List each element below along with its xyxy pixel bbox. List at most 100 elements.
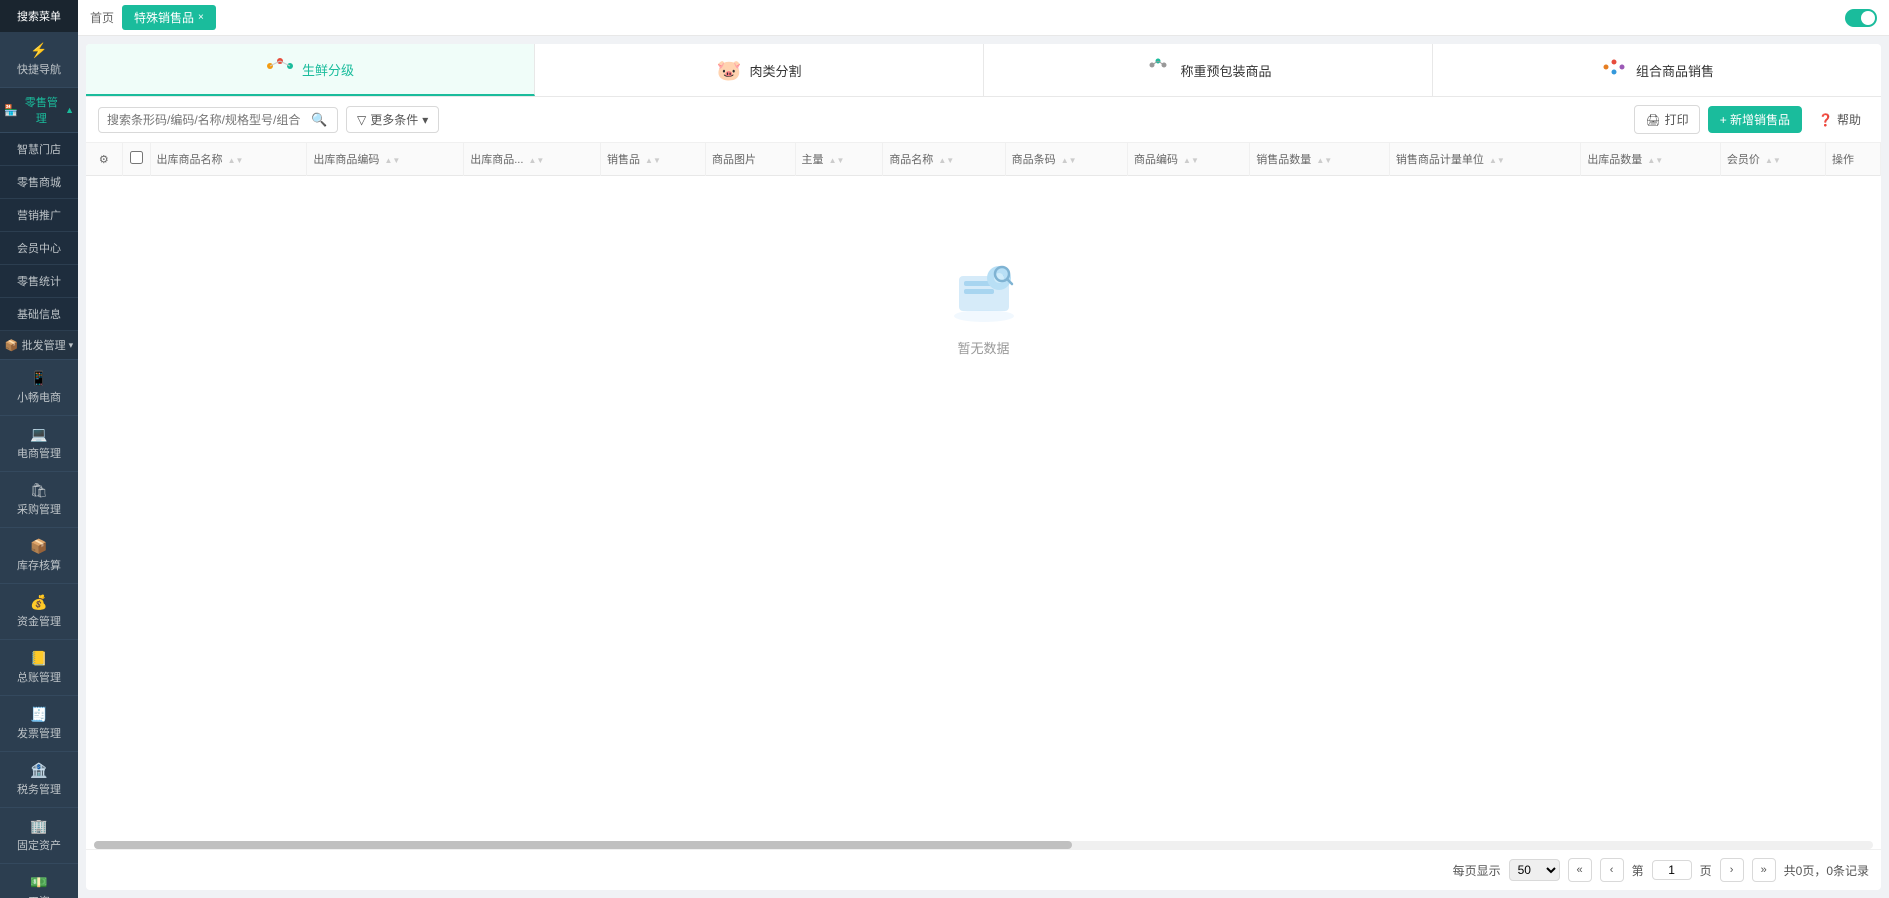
col-sale-qty[interactable]: 销售品数量 ▲▼ (1250, 143, 1390, 176)
col-weight[interactable]: 主量 ▲▼ (795, 143, 883, 176)
chevron-down-icon: ▲ (65, 105, 74, 115)
sidebar-item-inventory[interactable]: 📦 库存核算 (0, 528, 78, 584)
sidebar-item-capital[interactable]: 💰 资金管理 (0, 584, 78, 640)
gift-icon (1600, 57, 1628, 83)
printer-icon: 🖨 (1645, 113, 1660, 127)
last-page-button[interactable]: » (1752, 858, 1776, 882)
home-tab[interactable]: 首页 (90, 9, 114, 26)
tab-combo-sales[interactable]: 组合商品销售 (1433, 44, 1881, 96)
sort-out-code[interactable]: ▲▼ (384, 156, 400, 165)
toolbar-right: 🖨 打印 + 新增销售品 ❓ 帮助 (1634, 105, 1869, 134)
search-input[interactable] (107, 113, 307, 127)
col-settings[interactable]: ⚙ (86, 143, 122, 176)
page-size-select[interactable]: 10 20 50 100 (1509, 859, 1560, 881)
sidebar-item-ecommerce[interactable]: 💻 电商管理 (0, 416, 78, 472)
sidebar-item-smart-store[interactable]: 智慧门店 (0, 133, 78, 166)
sidebar-logo[interactable]: 搜索菜单 (0, 0, 78, 32)
sidebar-item-retail-stats[interactable]: 零售统计 (0, 265, 78, 298)
col-out-code[interactable]: 出库商品编码 ▲▼ (307, 143, 464, 176)
filter-arrow-icon: ▾ (422, 113, 428, 127)
invoice-icon: 🧾 (30, 706, 47, 723)
empty-text: 暂无数据 (957, 338, 1009, 357)
sidebar-item-invoice[interactable]: 🧾 发票管理 (0, 696, 78, 752)
help-icon: ❓ (1818, 113, 1833, 127)
sort-sale-qty[interactable]: ▲▼ (1316, 156, 1332, 165)
close-tab-icon[interactable]: × (198, 12, 204, 23)
sort-product-name[interactable]: ▲▼ (938, 156, 954, 165)
sidebar-item-mini-app[interactable]: 📱 小畅电商 (0, 360, 78, 416)
sidebar-item-marketing[interactable]: 营销推广 (0, 199, 78, 232)
page-unit: 页 (1700, 862, 1712, 879)
sidebar-item-retail-mall[interactable]: 零售商城 (0, 166, 78, 199)
sidebar-item-ledger[interactable]: 📒 总账管理 (0, 640, 78, 696)
col-out-name[interactable]: 出库商品名称 ▲▼ (150, 143, 307, 176)
mobile-icon: 📱 (30, 370, 47, 387)
money-icon: 💰 (30, 594, 47, 611)
empty-state: 暂无数据 (86, 176, 1881, 437)
filter-label: 更多条件 (370, 111, 418, 128)
page-number-input[interactable] (1652, 860, 1692, 880)
sidebar-item-quick-nav[interactable]: ⚡ 快捷导航 (0, 32, 78, 88)
main-content: 首页 特殊销售品 × (78, 0, 1889, 898)
add-sales-item-button[interactable]: + 新增销售品 (1708, 106, 1802, 133)
tab-fresh-grade[interactable]: 生鲜分级 (86, 44, 535, 96)
sidebar-retail-submenu: 智慧门店 零售商城 营销推广 会员中心 零售统计 基础信息 (0, 133, 78, 331)
col-sale-item[interactable]: 销售品 ▲▼ (600, 143, 705, 176)
prev-page-button[interactable]: ‹ (1600, 858, 1624, 882)
add-label: + 新增销售品 (1720, 111, 1790, 128)
col-checkbox[interactable] (122, 143, 150, 176)
computer-icon: 💻 (30, 426, 47, 443)
col-out-qty[interactable]: 出库品数量 ▲▼ (1581, 143, 1721, 176)
sidebar-item-fixed-assets[interactable]: 🏢 固定资产 (0, 808, 78, 864)
sidebar: 搜索菜单 ⚡ 快捷导航 🏪 零售管理 ▲ 智慧门店 零售商城 营销推广 会员中心… (0, 0, 78, 898)
col-product-name[interactable]: 商品名称 ▲▼ (883, 143, 1005, 176)
horizontal-scrollbar[interactable] (94, 841, 1873, 849)
sidebar-item-purchase[interactable]: 🛍 采购管理 (0, 472, 78, 528)
scrollbar-thumb[interactable] (94, 841, 1072, 849)
first-page-button[interactable]: « (1568, 858, 1592, 882)
active-tab[interactable]: 特殊销售品 × (122, 5, 216, 30)
sort-product-code[interactable]: ▲▼ (1183, 156, 1199, 165)
col-product-img: 商品图片 (706, 143, 796, 176)
wage-icon: 💵 (30, 874, 47, 891)
col-out-spec[interactable]: 出库商品... ▲▼ (464, 143, 601, 176)
sidebar-item-wages[interactable]: 💵 工资 (0, 864, 78, 898)
fresh-grade-icon (266, 56, 294, 82)
sort-barcode[interactable]: ▲▼ (1061, 156, 1077, 165)
sidebar-section-retail[interactable]: 🏪 零售管理 ▲ (0, 88, 78, 133)
sort-out-name[interactable]: ▲▼ (228, 156, 244, 165)
sidebar-item-basic-info[interactable]: 基础信息 (0, 298, 78, 331)
col-sale-unit[interactable]: 销售商品计量单位 ▲▼ (1389, 143, 1580, 176)
tab-weight-pack-label: 称重预包装商品 (1180, 61, 1271, 80)
total-info: 共0页，0条记录 (1784, 862, 1869, 879)
search-box[interactable]: 🔍 (98, 107, 338, 133)
sort-weight[interactable]: ▲▼ (829, 156, 845, 165)
lightning-icon: ⚡ (30, 42, 47, 59)
page-size-label: 每页显示 (1453, 862, 1501, 879)
col-product-code[interactable]: 商品编码 ▲▼ (1127, 143, 1249, 176)
print-button[interactable]: 🖨 打印 (1634, 105, 1699, 134)
sidebar-section-wholesale[interactable]: 📦 批发管理 ▾ (0, 331, 78, 360)
empty-icon (944, 256, 1024, 326)
sort-out-qty[interactable]: ▲▼ (1647, 156, 1663, 165)
ledger-icon: 📒 (30, 650, 47, 667)
select-all-checkbox[interactable] (130, 151, 143, 164)
next-page-button[interactable]: › (1720, 858, 1744, 882)
toolbar: 🔍 ▽ 更多条件 ▾ 🖨 打印 + 新增销售品 ❓ 帮助 (86, 97, 1881, 143)
chevron-down-icon-2: ▾ (69, 340, 74, 351)
help-button[interactable]: ❓ 帮助 (1810, 106, 1869, 133)
active-tab-label: 特殊销售品 (134, 9, 194, 26)
sort-member-price[interactable]: ▲▼ (1765, 156, 1781, 165)
filter-icon: ▽ (357, 113, 366, 127)
sidebar-item-member[interactable]: 会员中心 (0, 232, 78, 265)
sort-sale-item[interactable]: ▲▼ (645, 156, 661, 165)
data-table: ⚙ 出库商品名称 ▲▼ 出库商品编码 ▲▼ 出库 (86, 143, 1881, 176)
col-member-price[interactable]: 会员价 ▲▼ (1720, 143, 1825, 176)
sidebar-item-tax[interactable]: 🏦 税务管理 (0, 752, 78, 808)
sort-sale-unit[interactable]: ▲▼ (1489, 156, 1505, 165)
col-barcode[interactable]: 商品条码 ▲▼ (1005, 143, 1127, 176)
tab-meat-cut[interactable]: 🐷 肉类分割 (535, 44, 984, 96)
filter-button[interactable]: ▽ 更多条件 ▾ (346, 106, 439, 133)
tab-weight-pack[interactable]: 称重预包装商品 (984, 44, 1433, 96)
sort-out-spec[interactable]: ▲▼ (528, 156, 544, 165)
